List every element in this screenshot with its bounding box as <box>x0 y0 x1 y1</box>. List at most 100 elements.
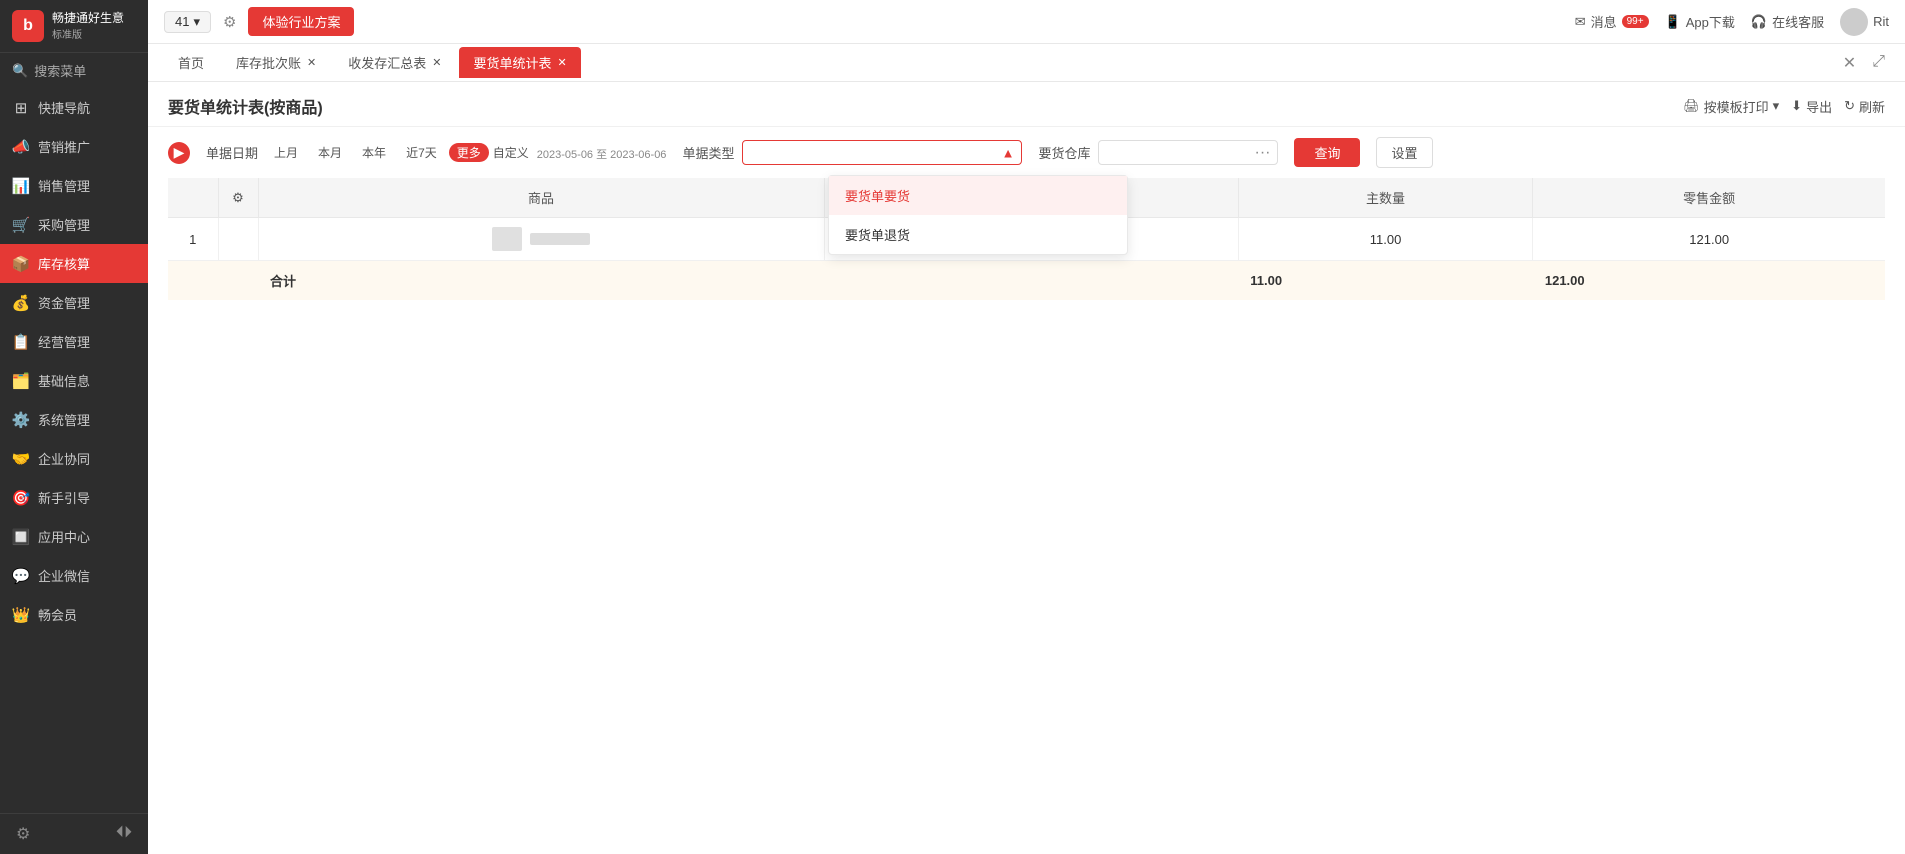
tabs-expand-btn[interactable]: ⤢ <box>1868 51 1889 75</box>
sidebar-item-operations[interactable]: 📋 经营管理 <box>0 322 148 361</box>
col-quantity-header: 主数量 <box>1238 178 1533 218</box>
user-group[interactable]: Rit <box>1840 8 1889 36</box>
sidebar-label-operations: 经营管理 <box>38 332 90 351</box>
warehouse-dots-btn[interactable]: ··· <box>1254 144 1270 162</box>
sidebar-nav: ⊞ 快捷导航 📣 营销推广 📊 销售管理 🛒 采购管理 📦 库存核算 💰 资金管… <box>0 88 148 813</box>
sidebar-item-quick-nav[interactable]: ⊞ 快捷导航 <box>0 88 148 127</box>
warehouse-input[interactable] <box>1098 140 1278 165</box>
gear-settings-icon[interactable]: ⚙ <box>223 13 236 31</box>
tab-order-stats[interactable]: 要货单统计表 ✕ <box>459 47 580 78</box>
footer-amount: 121.00 <box>1533 261 1885 301</box>
print-arrow-icon: ▾ <box>1773 98 1780 114</box>
finance-icon: 💰 <box>12 294 30 312</box>
type-select-input[interactable] <box>742 140 1022 165</box>
operations-icon: 📋 <box>12 333 30 351</box>
settings-btn[interactable]: 设置 <box>1376 137 1432 168</box>
filter-bar: ▶ 单据日期 上月 本月 本年 近7天 更多 自定义 2023-05-06 至 … <box>148 127 1905 178</box>
system-icon: ⚙️ <box>12 411 30 429</box>
refresh-action[interactable]: ↻ 刷新 <box>1844 97 1885 116</box>
messages-badge: 99+ <box>1622 15 1649 28</box>
query-btn[interactable]: 查询 <box>1294 138 1360 167</box>
export-action[interactable]: ⬇ 导出 <box>1791 97 1832 116</box>
tabs-collapse-btn[interactable]: ✕ <box>1839 51 1860 75</box>
app-name: 畅捷通好生意 <box>52 11 124 27</box>
cell-seq: 1 <box>168 218 218 261</box>
sidebar-label-basic: 基础信息 <box>38 371 90 390</box>
type-filter-group: 单据类型 ▲ <box>682 140 1022 165</box>
trial-btn[interactable]: 体验行业方案 <box>248 7 354 36</box>
sidebar-item-finance[interactable]: 💰 资金管理 <box>0 283 148 322</box>
search-menu-label: 搜索菜单 <box>34 61 86 80</box>
sidebar-item-apps[interactable]: 🔲 应用中心 <box>0 517 148 556</box>
col-seq-header <box>168 178 218 218</box>
sidebar-label-system: 系统管理 <box>38 410 90 429</box>
online-service-group[interactable]: 🎧 在线客服 <box>1751 12 1824 31</box>
date-custom-btn[interactable]: 自定义 <box>493 144 529 161</box>
sidebar-item-enterprise[interactable]: 🤝 企业协同 <box>0 439 148 478</box>
col-product-label: 商品 <box>528 191 554 206</box>
app-logo: b 畅捷通好生意 标准版 <box>0 0 148 53</box>
collapse-icon[interactable]: ⏴⏵ <box>116 824 132 844</box>
app-download-group[interactable]: 📱 App下载 <box>1665 12 1735 31</box>
message-icon: ✉ <box>1575 14 1586 30</box>
tabs-controls: ✕ ⤢ <box>1839 51 1889 75</box>
col-quantity-label: 主数量 <box>1366 191 1405 206</box>
page-title: 要货单统计表(按商品) <box>168 94 323 118</box>
user-name: Rit <box>1873 14 1889 29</box>
col-product-header: 商品 <box>258 178 824 218</box>
date-more-btn[interactable]: 更多 <box>449 143 489 162</box>
type-filter-label: 单据类型 <box>682 143 734 162</box>
sidebar-label-enterprise: 企业协同 <box>38 449 90 468</box>
logo-icon: b <box>12 10 44 42</box>
purchase-icon: 🛒 <box>12 216 30 234</box>
topbar: 41 ▾ ⚙ 体验行业方案 ✉ 消息 99+ 📱 App下载 🎧 在线客服 R <box>148 0 1905 44</box>
date-7d-btn[interactable]: 近7天 <box>398 142 445 163</box>
table-footer: 合计 11.00 121.00 <box>168 261 1885 301</box>
messages-group[interactable]: ✉ 消息 99+ <box>1575 12 1649 31</box>
sidebar-item-guide[interactable]: 🎯 新手引导 <box>0 478 148 517</box>
expand-filter-btn[interactable]: ▶ <box>168 142 190 164</box>
online-service-label: 在线客服 <box>1772 12 1824 31</box>
sidebar-item-system[interactable]: ⚙️ 系统管理 <box>0 400 148 439</box>
page-actions: 🖨 按模板打印 ▾ ⬇ 导出 ↻ 刷新 <box>1683 97 1885 116</box>
topbar-right: ✉ 消息 99+ 📱 App下载 🎧 在线客服 Rit <box>1575 8 1889 36</box>
date-year-btn[interactable]: 本年 <box>354 142 394 163</box>
search-menu[interactable]: 🔍 搜索菜单 <box>0 53 148 88</box>
sidebar-label-marketing: 营销推广 <box>38 137 90 156</box>
basic-icon: 🗂️ <box>12 372 30 390</box>
dropdown-arrow-icon[interactable]: ▾ <box>193 14 200 30</box>
tab-batch-account[interactable]: 库存批次账 ✕ <box>222 47 330 78</box>
apps-icon: 🔲 <box>12 528 30 546</box>
date-filter-group: 单据日期 上月 本月 本年 近7天 更多 自定义 2023-05-06 至 20… <box>206 142 666 163</box>
tab-recv-summary[interactable]: 收发存汇总表 ✕ <box>334 47 455 78</box>
dropdown-item-order-purchase[interactable]: 要货单要货 <box>829 176 1127 215</box>
tab-recv-summary-label: 收发存汇总表 <box>348 53 426 72</box>
date-filter-label: 单据日期 <box>206 143 258 162</box>
sidebar-item-member[interactable]: 👑 畅会员 <box>0 595 148 634</box>
sidebar-item-inventory[interactable]: 📦 库存核算 <box>0 244 148 283</box>
sidebar-item-basic[interactable]: 🗂️ 基础信息 <box>0 361 148 400</box>
warehouse-filter-label: 要货仓库 <box>1038 143 1090 162</box>
col-amount-label: 零售金额 <box>1683 191 1735 206</box>
date-up-btn[interactable]: 上月 <box>266 142 306 163</box>
date-month-btn[interactable]: 本月 <box>310 142 350 163</box>
sidebar-item-sales[interactable]: 📊 销售管理 <box>0 166 148 205</box>
tab-home-label: 首页 <box>178 53 204 72</box>
sidebar-item-wechat[interactable]: 💬 企业微信 <box>0 556 148 595</box>
tab-batch-account-close[interactable]: ✕ <box>307 56 316 69</box>
dropdown-item-order-return[interactable]: 要货单退货 <box>829 215 1127 254</box>
cell-amount: 121.00 <box>1533 218 1885 261</box>
sidebar-label-purchase: 采购管理 <box>38 215 90 234</box>
sidebar-item-purchase[interactable]: 🛒 采购管理 <box>0 205 148 244</box>
sidebar-item-marketing[interactable]: 📣 营销推广 <box>0 127 148 166</box>
type-select-wrapper: ▲ <box>742 140 1022 165</box>
tab-home[interactable]: 首页 <box>164 47 218 78</box>
product-thumbnail <box>492 227 522 251</box>
footer-quantity: 11.00 <box>1238 261 1533 301</box>
tab-order-stats-close[interactable]: ✕ <box>558 56 567 69</box>
col-settings-header[interactable]: ⚙ <box>218 178 258 218</box>
cell-quantity: 11.00 <box>1238 218 1533 261</box>
settings-icon[interactable]: ⚙ <box>16 824 30 844</box>
print-action[interactable]: 🖨 按模板打印 ▾ <box>1683 97 1779 116</box>
tab-recv-summary-close[interactable]: ✕ <box>432 56 441 69</box>
